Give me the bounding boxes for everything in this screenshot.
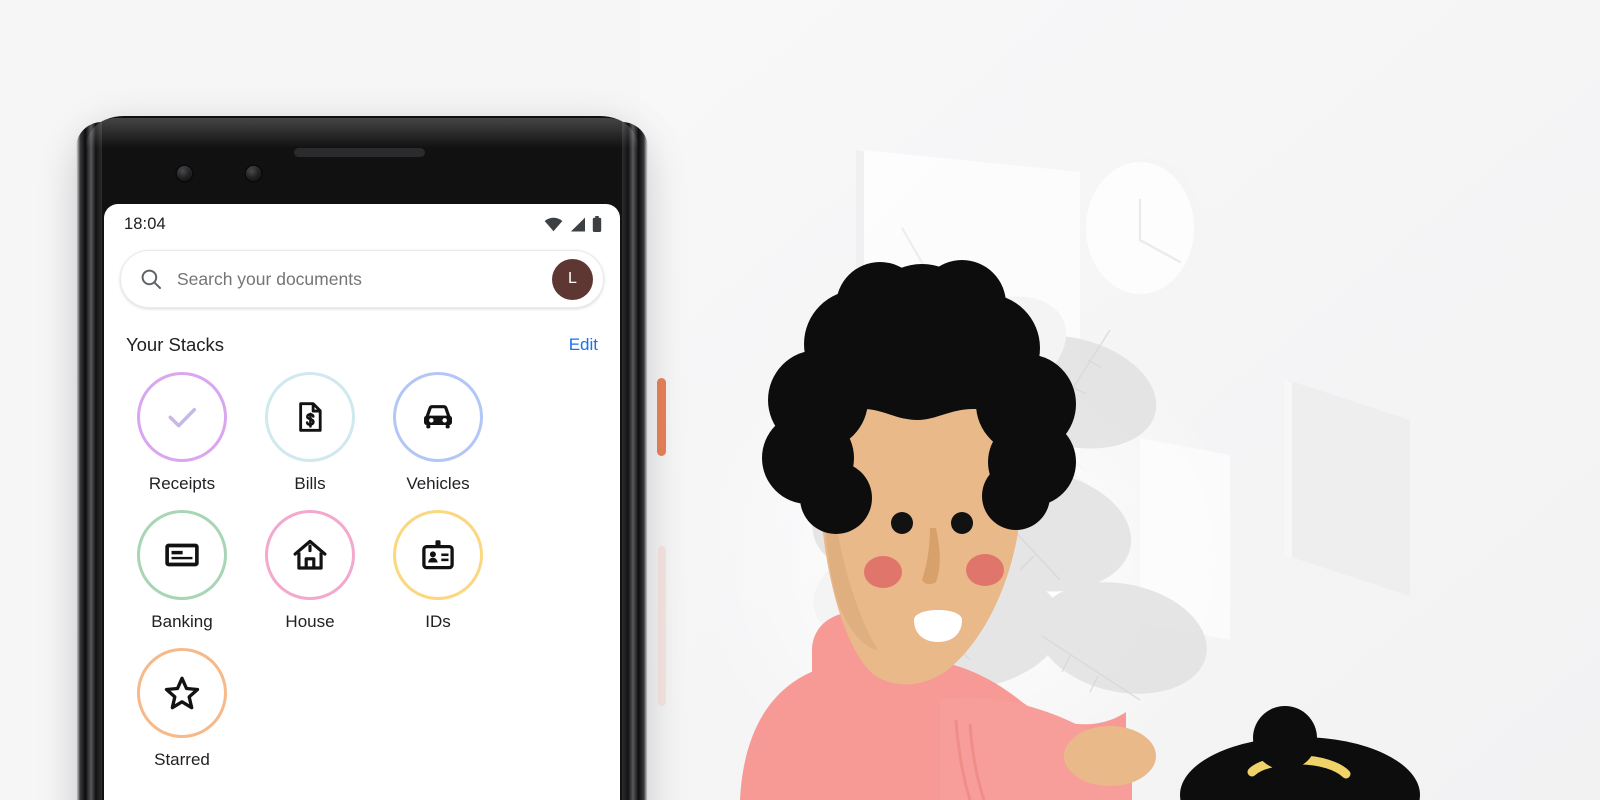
wifi-icon xyxy=(544,217,563,231)
car-icon xyxy=(424,405,452,429)
front-camera-secondary-icon xyxy=(246,166,261,181)
phone-top-sheen xyxy=(86,118,638,148)
cheek-right xyxy=(966,554,1004,586)
stack-item-ids[interactable]: IDs xyxy=(374,510,502,632)
search-bar[interactable]: L xyxy=(120,250,604,308)
search-icon xyxy=(141,269,161,289)
edit-stacks-button[interactable]: Edit xyxy=(569,335,598,355)
avatar[interactable]: L xyxy=(552,258,593,300)
page-title: Your Stacks xyxy=(126,334,225,355)
stack-item-starred[interactable]: Starred xyxy=(118,648,246,770)
earpiece-speaker xyxy=(294,148,425,157)
credit-card-icon xyxy=(165,543,199,567)
hand xyxy=(1064,726,1156,786)
stack-label: Starred xyxy=(154,750,210,769)
phone-body: 18:04 Search your documents L Your Stack… xyxy=(76,116,648,800)
illustration-svg xyxy=(640,0,1600,800)
stack-item-bills[interactable]: Bills xyxy=(246,372,374,494)
status-bar-icons xyxy=(544,216,602,232)
stack-ring xyxy=(393,372,483,462)
stack-label: Banking xyxy=(151,612,213,631)
stack-item-banking[interactable]: Banking xyxy=(118,510,246,632)
stack-item-receipts[interactable]: Receipts xyxy=(118,372,246,494)
eye-left xyxy=(891,512,913,534)
cheek-left xyxy=(864,556,902,588)
stack-ring xyxy=(393,510,483,600)
stack-label: Bills xyxy=(294,474,326,493)
stack-ring xyxy=(265,510,355,600)
screenshot-canvas: 18:04 Search your documents L Your Stack… xyxy=(0,0,1600,800)
status-bar-clock: 18:04 xyxy=(124,214,166,233)
head xyxy=(1253,706,1317,770)
phone-screen: 18:04 Search your documents L Your Stack… xyxy=(104,204,620,800)
id-badge-icon xyxy=(422,540,454,570)
stacks-grid: Receipts Bills Vehicles Banking House ID… xyxy=(104,356,620,786)
avatar-initial: L xyxy=(568,270,577,287)
stack-ring xyxy=(137,372,227,462)
stack-label: Receipts xyxy=(148,474,216,493)
stack-label: House xyxy=(285,612,335,631)
stack-label: Vehicles xyxy=(406,474,470,493)
stack-ring xyxy=(265,372,355,462)
search-input[interactable] xyxy=(177,268,552,290)
phone-mockup: 18:04 Search your documents L Your Stack… xyxy=(76,116,666,800)
front-camera-icon xyxy=(177,166,192,181)
signal-icon xyxy=(570,217,585,231)
volume-button[interactable] xyxy=(658,546,666,706)
power-button[interactable] xyxy=(657,378,666,456)
stack-label: IDs xyxy=(425,612,451,631)
stacks-section-header: Your Stacks Edit xyxy=(104,308,620,356)
check-icon xyxy=(168,407,197,428)
phone-right-rail xyxy=(622,122,648,800)
illustration xyxy=(640,0,1600,800)
stack-item-house[interactable]: House xyxy=(246,510,374,632)
star-icon xyxy=(164,676,200,710)
home-icon xyxy=(293,539,327,570)
status-bar: 18:04 xyxy=(104,204,620,244)
stack-ring xyxy=(137,648,227,738)
battery-icon xyxy=(592,216,602,232)
phone-left-rail xyxy=(76,122,102,800)
eye-right xyxy=(951,512,973,534)
stack-ring xyxy=(137,510,227,600)
document-dollar-icon xyxy=(299,402,322,432)
stack-item-vehicles[interactable]: Vehicles xyxy=(374,372,502,494)
